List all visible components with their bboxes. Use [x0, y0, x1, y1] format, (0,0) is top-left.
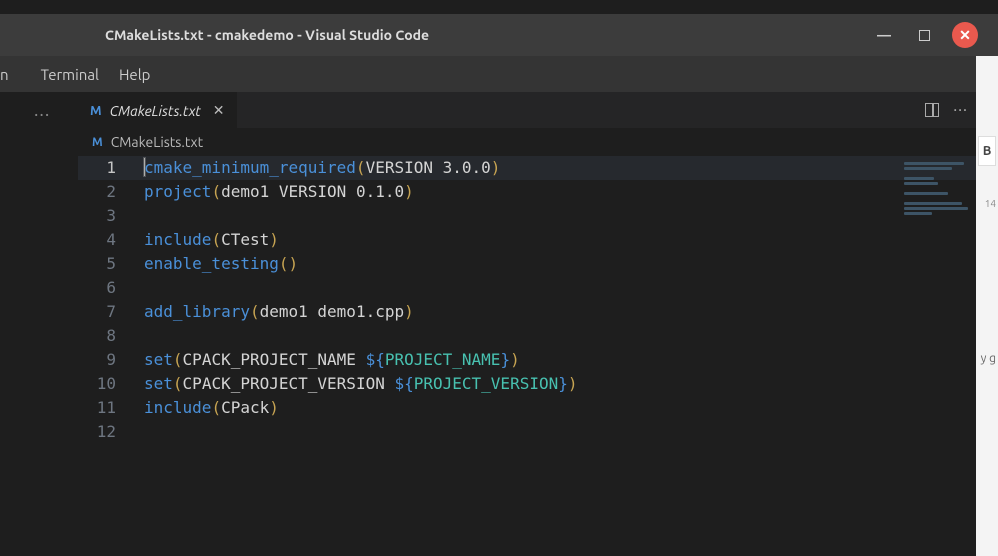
- breadcrumb-filename: CMakeLists.txt: [111, 134, 203, 150]
- code-editor[interactable]: 1cmake_minimum_required(VERSION 3.0.0)2p…: [78, 156, 976, 556]
- code-line[interactable]: 5enable_testing(): [78, 252, 976, 276]
- breadcrumb[interactable]: M CMakeLists.txt: [78, 128, 976, 156]
- code-content[interactable]: enable_testing(): [144, 252, 298, 276]
- window-title: CMakeLists.txt - cmakedemo - Visual Stud…: [105, 27, 429, 43]
- code-line[interactable]: 8: [78, 324, 976, 348]
- title-bar: CMakeLists.txt - cmakedemo - Visual Stud…: [0, 14, 998, 56]
- code-line[interactable]: 3: [78, 204, 976, 228]
- code-content[interactable]: include(CTest): [144, 228, 279, 252]
- line-number: 4: [78, 228, 144, 252]
- split-editor-icon[interactable]: [925, 103, 939, 117]
- cmake-file-icon: M: [92, 136, 103, 149]
- code-content[interactable]: set(CPACK_PROJECT_VERSION ${PROJECT_VERS…: [144, 372, 578, 396]
- code-content[interactable]: include(CPack): [144, 396, 279, 420]
- right-panel-badge: 14: [985, 198, 996, 209]
- code-line[interactable]: 1cmake_minimum_required(VERSION 3.0.0): [78, 156, 976, 180]
- right-panel-background: B 14 y g: [976, 56, 998, 556]
- line-number: 5: [78, 252, 144, 276]
- code-line[interactable]: 6: [78, 276, 976, 300]
- line-number: 10: [78, 372, 144, 396]
- menu-item-help[interactable]: Help: [119, 60, 150, 89]
- code-line[interactable]: 2project(demo1 VERSION 0.1.0): [78, 180, 976, 204]
- line-number: 8: [78, 324, 144, 348]
- right-panel-tab[interactable]: B: [978, 136, 996, 166]
- menu-bar: n Terminal Help: [0, 56, 998, 92]
- code-line[interactable]: 9set(CPACK_PROJECT_NAME ${PROJECT_NAME}): [78, 348, 976, 372]
- code-content[interactable]: project(demo1 VERSION 0.1.0): [144, 180, 414, 204]
- tab-filename: CMakeLists.txt: [110, 103, 201, 119]
- line-number: 1: [78, 156, 144, 180]
- line-number: 6: [78, 276, 144, 300]
- minimize-button[interactable]: —: [871, 22, 897, 48]
- minimap[interactable]: [904, 162, 976, 222]
- code-content[interactable]: add_library(demo1 demo1.cpp): [144, 300, 414, 324]
- code-line[interactable]: 7add_library(demo1 demo1.cpp): [78, 300, 976, 324]
- editor-tab[interactable]: M CMakeLists.txt ✕: [78, 92, 237, 128]
- line-number: 7: [78, 300, 144, 324]
- code-line[interactable]: 4include(CTest): [78, 228, 976, 252]
- more-actions-icon[interactable]: ···: [953, 101, 968, 119]
- sidebar-overflow-icon[interactable]: ···: [34, 104, 50, 124]
- tab-actions: ···: [925, 92, 976, 128]
- close-tab-icon[interactable]: ✕: [213, 102, 225, 119]
- code-line[interactable]: 11include(CPack): [78, 396, 976, 420]
- menu-item-run-partial[interactable]: n: [0, 60, 9, 89]
- editor-tab-bar: M CMakeLists.txt ✕ ···: [78, 92, 976, 128]
- code-line[interactable]: 12: [78, 420, 976, 444]
- close-button[interactable]: ✕: [952, 22, 978, 48]
- line-number: 3: [78, 204, 144, 228]
- cmake-file-icon: M: [90, 104, 102, 118]
- code-content[interactable]: cmake_minimum_required(VERSION 3.0.0): [144, 156, 500, 180]
- line-number: 12: [78, 420, 144, 444]
- line-number: 2: [78, 180, 144, 204]
- line-number: 9: [78, 348, 144, 372]
- menu-item-terminal[interactable]: Terminal: [41, 60, 99, 89]
- line-number: 11: [78, 396, 144, 420]
- code-content[interactable]: set(CPACK_PROJECT_NAME ${PROJECT_NAME}): [144, 348, 520, 372]
- right-panel-text: y g: [981, 352, 996, 365]
- maximize-button[interactable]: [919, 30, 930, 41]
- code-line[interactable]: 10set(CPACK_PROJECT_VERSION ${PROJECT_VE…: [78, 372, 976, 396]
- window-controls: — ✕: [871, 22, 978, 48]
